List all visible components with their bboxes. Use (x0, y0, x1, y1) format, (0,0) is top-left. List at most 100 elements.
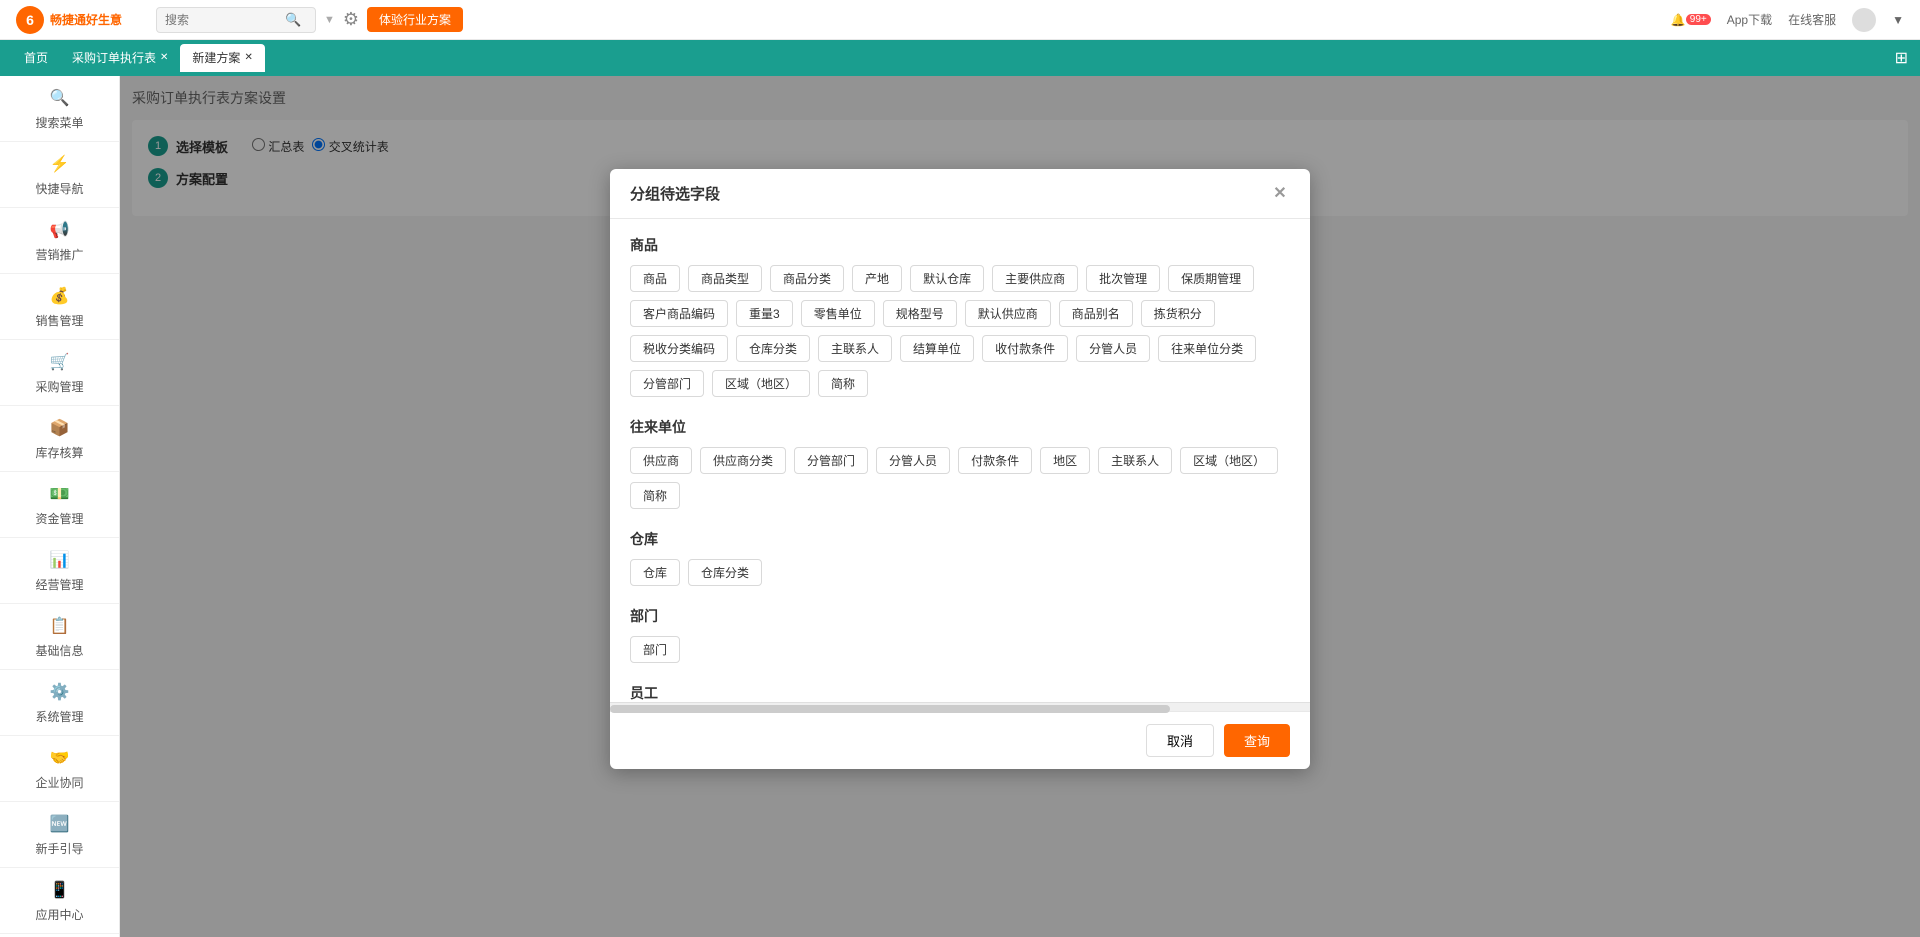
tab-home[interactable]: 首页 (12, 44, 60, 72)
enterprise-icon: 🤝 (48, 746, 72, 770)
sidebar-item-appstore[interactable]: 📱 应用中心 (0, 868, 119, 934)
app-download[interactable]: App下载 (1727, 11, 1772, 28)
field-default-warehouse[interactable]: 默认仓库 (910, 265, 984, 292)
field-partner-supervisor[interactable]: 分管人员 (876, 447, 950, 474)
sidebar-item-newbie-label: 新手引导 (35, 840, 83, 857)
field-shelf-life[interactable]: 保质期管理 (1168, 265, 1254, 292)
sidebar-item-finance[interactable]: 💵 资金管理 (0, 472, 119, 538)
sidebar-item-marketing-label: 营销推广 (35, 246, 83, 263)
search-input[interactable] (165, 13, 285, 27)
section-partner-title: 往来单位 (630, 417, 1290, 437)
field-product[interactable]: 商品 (630, 265, 680, 292)
section-employee: 员工 业务员 (630, 683, 1290, 702)
notification-badge: 99+ (1686, 14, 1711, 25)
sidebar-item-newbie[interactable]: 🆕 新手引导 (0, 802, 119, 868)
tab-new-plan[interactable]: 新建方案 ✕ (180, 44, 264, 72)
logo-icon: 6 (16, 6, 44, 34)
field-weight3[interactable]: 重量3 (736, 300, 793, 327)
modal-close-btn[interactable]: ✕ (1270, 183, 1290, 203)
modal-header: 分组待选字段 ✕ (610, 169, 1310, 219)
sidebar-item-quick-nav[interactable]: ⚡ 快捷导航 (0, 142, 119, 208)
field-product-category[interactable]: 商品分类 (770, 265, 844, 292)
sidebar-item-operation[interactable]: 📊 经营管理 (0, 538, 119, 604)
sidebar-item-search-label: 搜索菜单 (35, 114, 83, 131)
tab-purchase-list-label: 采购订单执行表 (72, 44, 156, 72)
sidebar-item-enterprise[interactable]: 🤝 企业协同 (0, 736, 119, 802)
tab-purchase-close[interactable]: ✕ (160, 44, 168, 72)
field-supplier-category[interactable]: 供应商分类 (700, 447, 786, 474)
field-settlement-unit[interactable]: 结算单位 (900, 335, 974, 362)
confirm-button[interactable]: 查询 (1224, 724, 1290, 757)
cancel-button[interactable]: 取消 (1146, 724, 1214, 757)
field-partner-dept[interactable]: 分管部门 (794, 447, 868, 474)
field-region[interactable]: 区域（地区） (712, 370, 810, 397)
field-spec-model[interactable]: 规格型号 (883, 300, 957, 327)
system-icon: ⚙️ (48, 680, 72, 704)
sidebar-item-inventory[interactable]: 📦 库存核算 (0, 406, 119, 472)
field-payment-terms[interactable]: 收付款条件 (982, 335, 1068, 362)
user-avatar[interactable] (1852, 8, 1876, 32)
field-tax-code[interactable]: 税收分类编码 (630, 335, 728, 362)
field-retail-unit[interactable]: 零售单位 (801, 300, 875, 327)
sidebar-item-search[interactable]: 🔍 搜索菜单 (0, 76, 119, 142)
section-product: 商品 商品 商品类型 商品分类 产地 默认仓库 主要供应商 批次管理 保质期管理… (630, 235, 1290, 397)
tabbar: 首页 采购订单执行表 ✕ 新建方案 ✕ ⊞ (0, 40, 1920, 76)
sidebar-item-purchase[interactable]: 🛒 采购管理 (0, 340, 119, 406)
user-dropdown[interactable]: ▼ (1892, 13, 1904, 27)
field-main-contact2[interactable]: 主联系人 (1098, 447, 1172, 474)
field-pick-score[interactable]: 拣货积分 (1141, 300, 1215, 327)
field-region2[interactable]: 区域（地区） (1180, 447, 1278, 474)
field-default-supplier[interactable]: 默认供应商 (965, 300, 1051, 327)
field-payment-cond[interactable]: 付款条件 (958, 447, 1032, 474)
tab-home-label: 首页 (24, 44, 48, 72)
field-customer-code[interactable]: 客户商品编码 (630, 300, 728, 327)
sidebar-item-base-info[interactable]: 📋 基础信息 (0, 604, 119, 670)
sidebar-item-sales[interactable]: 💰 销售管理 (0, 274, 119, 340)
field-area[interactable]: 地区 (1040, 447, 1090, 474)
field-origin[interactable]: 产地 (852, 265, 902, 292)
appstore-icon: 📱 (48, 878, 72, 902)
settings-icon[interactable]: ⚙ (343, 9, 359, 30)
modal-hscroll-thumb[interactable] (610, 705, 1170, 713)
field-warehouse-category[interactable]: 仓库分类 (736, 335, 810, 362)
sidebar-item-system[interactable]: ⚙️ 系统管理 (0, 670, 119, 736)
search-menu-icon: 🔍 (48, 86, 72, 110)
field-dept[interactable]: 分管部门 (630, 370, 704, 397)
field-partner-category[interactable]: 往来单位分类 (1158, 335, 1256, 362)
experience-btn[interactable]: 体验行业方案 (367, 7, 463, 32)
tab-new-plan-label: 新建方案 (192, 44, 240, 72)
field-warehouse-cat[interactable]: 仓库分类 (688, 559, 762, 586)
tab-expand-icon[interactable]: ⊞ (1895, 48, 1908, 68)
field-abbrev2[interactable]: 简称 (630, 482, 680, 509)
field-product-alias[interactable]: 商品别名 (1059, 300, 1133, 327)
logo-text: 畅捷通好生意 (50, 11, 122, 28)
field-abbrev[interactable]: 简称 (818, 370, 868, 397)
field-warehouse[interactable]: 仓库 (630, 559, 680, 586)
search-box[interactable]: 🔍 (156, 7, 316, 33)
field-main-supplier[interactable]: 主要供应商 (992, 265, 1078, 292)
modal-footer: 取消 查询 (610, 711, 1310, 769)
online-service[interactable]: 在线客服 (1788, 11, 1836, 28)
sidebar-item-marketing[interactable]: 📢 营销推广 (0, 208, 119, 274)
field-main-contact[interactable]: 主联系人 (818, 335, 892, 362)
tab-new-plan-close[interactable]: ✕ (244, 44, 252, 72)
topbar: 6 畅捷通好生意 🔍 ▼ ⚙ 体验行业方案 🔔99+ App下载 在线客服 ▼ (0, 0, 1920, 40)
partner-fields: 供应商 供应商分类 分管部门 分管人员 付款条件 地区 主联系人 区域（地区） … (630, 447, 1290, 509)
field-supervisor[interactable]: 分管人员 (1076, 335, 1150, 362)
field-batch-mgmt[interactable]: 批次管理 (1086, 265, 1160, 292)
purchase-icon: 🛒 (48, 350, 72, 374)
sidebar-item-operation-label: 经营管理 (35, 576, 83, 593)
sidebar-item-finance-label: 资金管理 (35, 510, 83, 527)
section-warehouse-title: 仓库 (630, 529, 1290, 549)
dept-fields: 部门 (630, 636, 1290, 663)
modal-hscroll[interactable] (610, 702, 1310, 711)
field-supplier[interactable]: 供应商 (630, 447, 692, 474)
sales-icon: 💰 (48, 284, 72, 308)
dropdown-icon[interactable]: ▼ (324, 14, 335, 26)
sidebar-item-base-info-label: 基础信息 (35, 642, 83, 659)
field-department[interactable]: 部门 (630, 636, 680, 663)
field-product-type[interactable]: 商品类型 (688, 265, 762, 292)
section-dept: 部门 部门 (630, 606, 1290, 663)
notification[interactable]: 🔔99+ (1671, 13, 1711, 27)
tab-purchase-list[interactable]: 采购订单执行表 ✕ (60, 44, 180, 72)
